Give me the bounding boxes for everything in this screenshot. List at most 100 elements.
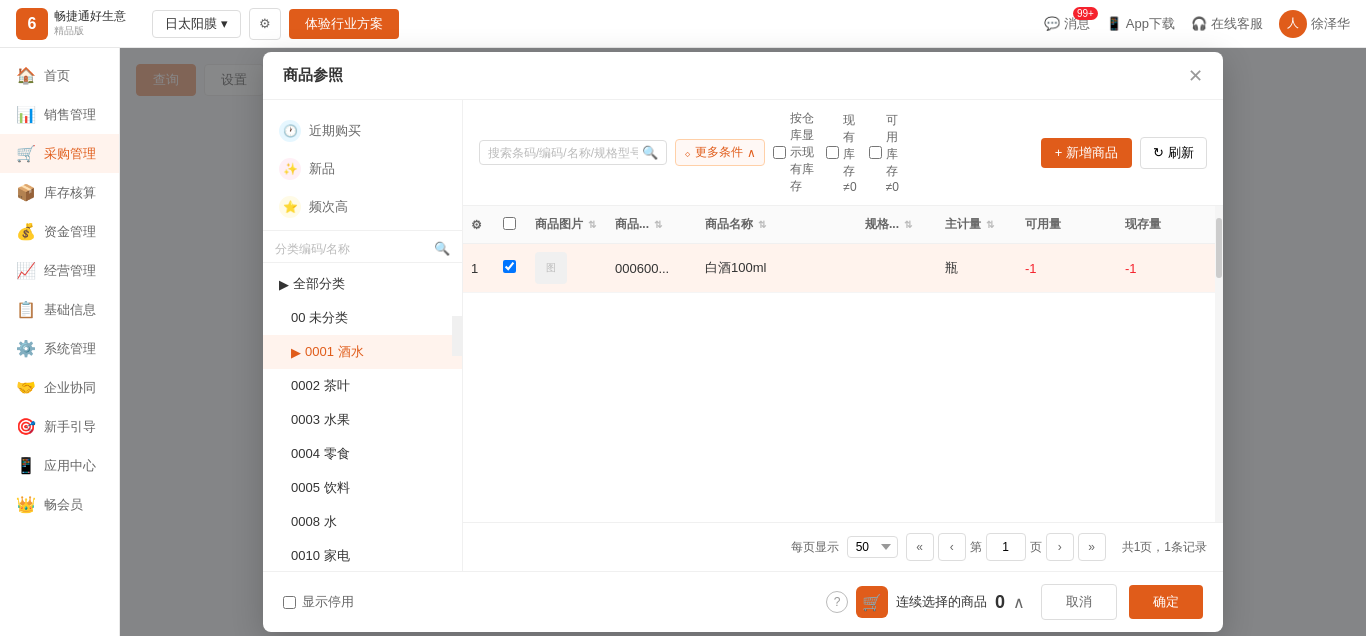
sidebar-item-purchase[interactable]: 🛒 采购管理: [0, 134, 119, 173]
cancel-button[interactable]: 取消: [1041, 584, 1117, 620]
user-name: 徐泽华: [1311, 15, 1350, 33]
filter-options: 按仓库显示现有库存 现有库存≠0 可用库存≠0: [773, 110, 899, 195]
freq-icon: ⭐: [279, 196, 301, 218]
col-unit[interactable]: 主计量 ⇅: [937, 206, 1017, 244]
checkbox-usable-label[interactable]: 可用库存≠0: [869, 112, 899, 194]
product-thumbnail: 图: [535, 252, 567, 284]
category-search-icon[interactable]: 🔍: [434, 241, 450, 256]
sidebar-item-sales[interactable]: 📊 销售管理: [0, 95, 119, 134]
category-0010-label: 0010 家电: [291, 547, 350, 565]
purchase-icon: 🛒: [16, 144, 36, 163]
sidebar-item-basic-info[interactable]: 📋 基础信息: [0, 290, 119, 329]
checkbox-warehouse[interactable]: [773, 146, 786, 159]
modal-close-button[interactable]: ✕: [1188, 67, 1203, 85]
settings-button[interactable]: ⚙: [249, 8, 281, 40]
expand-icon: ▶: [279, 277, 289, 292]
sort-spec-icon: ⇅: [904, 219, 912, 230]
top-header: 6 畅捷通好生意 精品版 日太阳膜 ▾ ⚙ 体验行业方案 💬 消息 99+ 📱 …: [0, 0, 1366, 48]
select-all-checkbox[interactable]: [503, 217, 516, 230]
category-0010[interactable]: 0010 家电: [263, 539, 462, 571]
category-all[interactable]: ▶ 全部分类: [263, 267, 462, 301]
sidebar-item-apps[interactable]: 📱 应用中心: [0, 446, 119, 485]
col-usable[interactable]: 可用量: [1017, 206, 1117, 244]
modal-scrollbar[interactable]: [1215, 206, 1223, 522]
first-page-button[interactable]: «: [906, 533, 934, 561]
cart-collapse-button[interactable]: ∧: [1013, 593, 1025, 612]
quick-recent[interactable]: 🕐 近期购买: [263, 112, 462, 150]
col-checkbox[interactable]: [495, 206, 527, 244]
cart-button[interactable]: 🛒: [856, 586, 888, 618]
trial-button[interactable]: 体验行业方案: [289, 9, 399, 39]
category-0008[interactable]: 0008 水: [263, 505, 462, 539]
sidebar-item-guide[interactable]: 🎯 新手引导: [0, 407, 119, 446]
user-item[interactable]: 人 徐泽华: [1279, 10, 1350, 38]
sidebar-label-operations: 经营管理: [44, 262, 96, 280]
category-0008-label: 0008 水: [291, 513, 337, 531]
refresh-button[interactable]: ↻ 刷新: [1140, 137, 1207, 169]
checkbox-warehouse-label[interactable]: 按仓库显示现有库存: [773, 110, 814, 195]
quick-frequent[interactable]: ⭐ 频次高: [263, 188, 462, 226]
row-checkbox[interactable]: [503, 260, 516, 273]
table-row[interactable]: 1 图 000600... 白: [463, 244, 1215, 293]
col-spec[interactable]: 规格... ⇅: [857, 206, 937, 244]
add-product-button[interactable]: + 新增商品: [1041, 138, 1132, 168]
filter-button[interactable]: ⬦ 更多条件 ∧: [675, 139, 765, 166]
category-00-label: 00 未分类: [291, 309, 348, 327]
category-0005[interactable]: 0005 饮料: [263, 471, 462, 505]
modal-footer: 显示停用 ? 🛒 连续选择的商品 0 ∧ 取消 确定: [263, 571, 1223, 632]
category-0002[interactable]: 0002 茶叶: [263, 369, 462, 403]
category-0001[interactable]: ▶ 0001 酒水: [263, 335, 462, 369]
filter-icon: ⬦: [684, 146, 691, 160]
category-0004-label: 0004 零食: [291, 445, 350, 463]
modal-overlay: 商品参照 ✕ 🕐 近期购买 ✨: [120, 48, 1366, 636]
online-service-item[interactable]: 🎧 在线客服: [1191, 15, 1263, 33]
recent-icon: 🕐: [279, 120, 301, 142]
store-selector[interactable]: 日太阳膜 ▾: [152, 10, 241, 38]
category-0003[interactable]: 0003 水果: [263, 403, 462, 437]
page-size-select[interactable]: 50 10 20 100: [847, 536, 898, 558]
phone-icon: 📱: [1106, 16, 1122, 31]
product-search-icon[interactable]: 🔍: [642, 145, 658, 160]
main-layout: 🏠 首页 📊 销售管理 🛒 采购管理 📦 库存核算 💰 资金管理 📈 经营管理 …: [0, 48, 1366, 636]
prev-page-button[interactable]: ‹: [938, 533, 966, 561]
message-item[interactable]: 💬 消息 99+: [1044, 15, 1090, 33]
checkbox-warehouse-text: 按仓库显示现有库存: [790, 110, 814, 195]
system-icon: ⚙️: [16, 339, 36, 358]
cell-checkbox[interactable]: [495, 244, 527, 293]
home-icon: 🏠: [16, 66, 36, 85]
page-number-input[interactable]: [986, 533, 1026, 561]
category-collapse-button[interactable]: 《: [452, 316, 463, 356]
col-settings[interactable]: ⚙: [463, 206, 495, 244]
category-0004[interactable]: 0004 零食: [263, 437, 462, 471]
checkbox-stock-label[interactable]: 现有库存≠0: [826, 112, 856, 194]
show-disabled-checkbox-label[interactable]: 显示停用: [283, 593, 354, 611]
sidebar-label-home: 首页: [44, 67, 70, 85]
sidebar-item-home[interactable]: 🏠 首页: [0, 56, 119, 95]
product-search-input[interactable]: [488, 146, 638, 160]
next-page-button[interactable]: ›: [1046, 533, 1074, 561]
checkbox-usable-text: 可用库存≠0: [886, 112, 899, 194]
quick-frequent-label: 频次高: [309, 198, 348, 216]
checkbox-stock[interactable]: [826, 146, 839, 159]
basic-info-icon: 📋: [16, 300, 36, 319]
help-icon[interactable]: ?: [826, 591, 848, 613]
cell-num: 1: [463, 244, 495, 293]
checkbox-usable[interactable]: [869, 146, 882, 159]
show-disabled-checkbox[interactable]: [283, 596, 296, 609]
col-code[interactable]: 商品... ⇅: [607, 206, 697, 244]
category-search-input[interactable]: [275, 242, 430, 256]
sidebar-item-vip[interactable]: 👑 畅会员: [0, 485, 119, 524]
quick-new[interactable]: ✨ 新品: [263, 150, 462, 188]
sidebar-item-finance[interactable]: 💰 资金管理: [0, 212, 119, 251]
sidebar-item-enterprise[interactable]: 🤝 企业协同: [0, 368, 119, 407]
col-name[interactable]: 商品名称 ⇅: [697, 206, 857, 244]
sidebar-item-operations[interactable]: 📈 经营管理: [0, 251, 119, 290]
col-stock[interactable]: 现存量: [1117, 206, 1215, 244]
sidebar-label-apps: 应用中心: [44, 457, 96, 475]
sidebar-item-system[interactable]: ⚙️ 系统管理: [0, 329, 119, 368]
sidebar-item-inventory[interactable]: 📦 库存核算: [0, 173, 119, 212]
last-page-button[interactable]: »: [1078, 533, 1106, 561]
category-00[interactable]: 00 未分类: [263, 301, 462, 335]
app-download-item[interactable]: 📱 App下载: [1106, 15, 1175, 33]
confirm-button[interactable]: 确定: [1129, 585, 1203, 619]
